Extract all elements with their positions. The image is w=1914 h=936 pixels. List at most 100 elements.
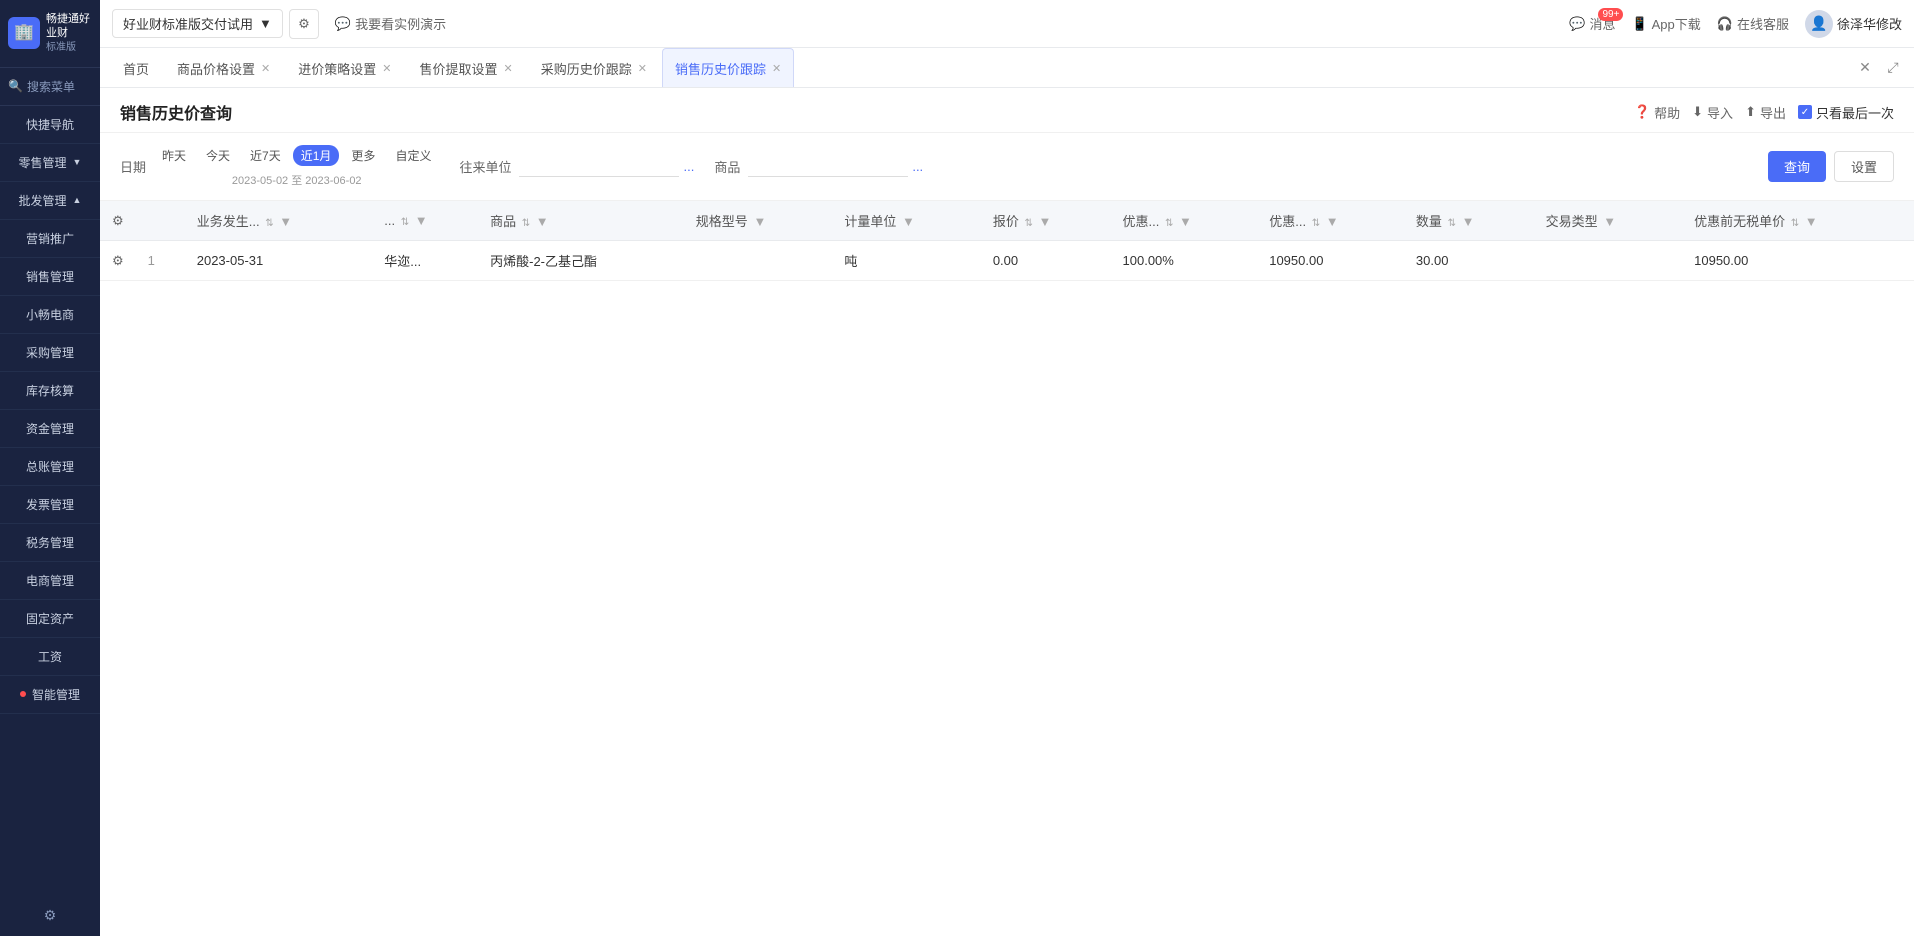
col-price[interactable]: 报价 ⇅ ▼ xyxy=(981,201,1111,241)
only-last-checkbox[interactable]: ✓ 只看最后一次 xyxy=(1798,103,1894,122)
message-button[interactable]: 💬 消息 99+ xyxy=(1569,14,1615,33)
sidebar-item-quick-nav[interactable]: 快捷导航 xyxy=(0,106,100,144)
col-extra[interactable]: ... ⇅ ▼ xyxy=(372,201,478,241)
sidebar-item-sales[interactable]: 销售管理 xyxy=(0,258,100,296)
sidebar-item-wholesale[interactable]: 批发管理 xyxy=(0,182,100,220)
col-transaction-label: 交易类型 xyxy=(1546,214,1598,229)
col-date[interactable]: 业务发生... ⇅ ▼ xyxy=(185,201,373,241)
date-btn-1month[interactable]: 近1月 xyxy=(293,145,340,166)
sidebar-settings-button[interactable]: ⚙ xyxy=(0,895,100,936)
export-button[interactable]: ⬆ 导出 xyxy=(1745,103,1786,122)
message-badge: 99+ xyxy=(1598,8,1623,21)
col-spec[interactable]: 规格型号 ▼ xyxy=(684,201,833,241)
app-download-button[interactable]: 📱 App下载 xyxy=(1631,14,1700,33)
row-spec xyxy=(684,241,833,281)
sidebar-item-invoice[interactable]: 发票管理 xyxy=(0,486,100,524)
sidebar-search[interactable]: 🔍 搜索菜单 xyxy=(0,68,100,106)
sidebar-item-salary[interactable]: 工资 xyxy=(0,638,100,676)
sidebar-item-finance[interactable]: 资金管理 xyxy=(0,410,100,448)
date-range-display: 2023-05-02 至 2023-06-02 xyxy=(232,172,362,188)
tab-sales-history[interactable]: 销售历史价跟踪 ✕ xyxy=(662,48,794,87)
col-menu-icon[interactable]: ▼ xyxy=(415,213,428,228)
tab-sale-price[interactable]: 售价提取设置 ✕ xyxy=(406,48,525,87)
date-btn-7days[interactable]: 近7天 xyxy=(242,145,289,166)
sidebar-item-inventory[interactable]: 库存核算 xyxy=(0,372,100,410)
date-btn-yesterday[interactable]: 昨天 xyxy=(154,145,194,166)
col-menu-icon[interactable]: ▼ xyxy=(1603,214,1616,229)
sidebar-item-assets[interactable]: 固定资产 xyxy=(0,600,100,638)
demo-button[interactable]: 💬 我要看实例演示 xyxy=(335,14,446,33)
supplier-filter-group: 往来单位 ... xyxy=(459,157,694,177)
col-menu-icon[interactable]: ▼ xyxy=(1805,214,1818,229)
user-menu[interactable]: 👤 徐泽华修改 xyxy=(1805,10,1902,38)
table-row[interactable]: ⚙ 1 2023-05-31 华迩... 丙烯酸-2-乙基己酯 吨 0.00 1… xyxy=(100,241,1914,281)
col-goods[interactable]: 商品 ⇅ ▼ xyxy=(478,201,684,241)
col-menu-icon[interactable]: ▼ xyxy=(1462,214,1475,229)
table-container: ⚙ 业务发生... ⇅ ▼ ... ⇅ ▼ 商品 xyxy=(100,201,1914,936)
sidebar-item-purchase[interactable]: 采购管理 xyxy=(0,334,100,372)
col-discount1[interactable]: 优惠... ⇅ ▼ xyxy=(1111,201,1258,241)
supplier-ellipsis-button[interactable]: ... xyxy=(683,159,694,174)
sidebar-item-smart[interactable]: 智能管理 xyxy=(0,676,100,714)
tab-purchase-history-close[interactable]: ✕ xyxy=(638,62,647,75)
tab-purchase-history[interactable]: 采购历史价跟踪 ✕ xyxy=(528,48,660,87)
tab-strategy[interactable]: 进价策略设置 ✕ xyxy=(285,48,404,87)
col-unit[interactable]: 计量单位 ▼ xyxy=(832,201,981,241)
tab-price-close[interactable]: ✕ xyxy=(261,62,270,75)
goods-ellipsis-button[interactable]: ... xyxy=(912,159,923,174)
topbar-gear-button[interactable]: ⚙ xyxy=(289,9,319,39)
col-menu-icon[interactable]: ▼ xyxy=(279,214,292,229)
tab-sales-history-close[interactable]: ✕ xyxy=(772,62,781,75)
filter-bar: 日期 昨天 今天 近7天 近1月 更多 自定义 2023-05-02 至 202… xyxy=(100,133,1914,201)
help-label: 帮助 xyxy=(1654,103,1680,122)
col-pretax[interactable]: 优惠前无税单价 ⇅ ▼ xyxy=(1682,201,1914,241)
sidebar-item-ecommerce-small[interactable]: 小畅电商 xyxy=(0,296,100,334)
tab-sale-price-close[interactable]: ✕ xyxy=(504,62,513,75)
tab-home[interactable]: 首页 xyxy=(110,48,162,87)
sidebar-item-label: 快捷导航 xyxy=(26,116,74,133)
app-download-label: App下载 xyxy=(1652,14,1701,33)
supplier-input[interactable] xyxy=(519,157,679,177)
sidebar-item-retail[interactable]: 零售管理 xyxy=(0,144,100,182)
col-discount2-label: 优惠... xyxy=(1269,214,1306,229)
tab-sales-history-label: 销售历史价跟踪 xyxy=(675,59,766,78)
help-button[interactable]: ❓ 帮助 xyxy=(1634,103,1680,122)
row-settings[interactable]: ⚙ xyxy=(100,241,136,281)
col-menu-icon[interactable]: ▼ xyxy=(536,214,549,229)
col-menu-icon[interactable]: ▼ xyxy=(902,214,915,229)
col-menu-icon[interactable]: ▼ xyxy=(1179,214,1192,229)
sort-icon: ⇅ xyxy=(1448,218,1456,229)
sidebar-item-label: 采购管理 xyxy=(26,344,74,361)
date-btn-custom[interactable]: 自定义 xyxy=(387,145,439,166)
filter-settings-button[interactable]: 设置 xyxy=(1834,151,1894,182)
col-menu-icon[interactable]: ▼ xyxy=(1038,214,1051,229)
goods-filter-label: 商品 xyxy=(714,157,740,176)
sidebar-item-tax[interactable]: 税务管理 xyxy=(0,524,100,562)
col-transaction[interactable]: 交易类型 ▼ xyxy=(1534,201,1683,241)
goods-input[interactable] xyxy=(748,157,908,177)
sidebar-item-marketing[interactable]: 营销推广 xyxy=(0,220,100,258)
page-header-actions: ❓ 帮助 ⬇ 导入 ⬆ 导出 ✓ 只看最后一次 xyxy=(1634,103,1894,122)
col-menu-icon[interactable]: ▼ xyxy=(753,214,766,229)
close-window-button[interactable]: ✕ xyxy=(1854,57,1876,79)
query-button[interactable]: 查询 xyxy=(1768,151,1826,182)
import-label: 导入 xyxy=(1707,103,1733,122)
maximize-window-button[interactable]: ⤢ xyxy=(1882,57,1904,79)
import-button[interactable]: ⬇ 导入 xyxy=(1692,103,1733,122)
tab-strategy-close[interactable]: ✕ xyxy=(382,62,391,75)
sidebar-item-ecommerce[interactable]: 电商管理 xyxy=(0,562,100,600)
version-selector[interactable]: 好业财标准版交付试用 ▼ xyxy=(112,9,283,38)
export-label: 导出 xyxy=(1760,103,1786,122)
date-btn-more[interactable]: 更多 xyxy=(343,145,383,166)
col-menu-icon[interactable]: ▼ xyxy=(1326,214,1339,229)
tab-price[interactable]: 商品价格设置 ✕ xyxy=(164,48,283,87)
service-button[interactable]: 🎧 在线客服 xyxy=(1717,14,1789,33)
col-discount2[interactable]: 优惠... ⇅ ▼ xyxy=(1257,201,1404,241)
supplier-filter-label: 往来单位 xyxy=(459,157,511,176)
smart-dot xyxy=(20,691,26,697)
date-btn-today[interactable]: 今天 xyxy=(198,145,238,166)
col-settings[interactable]: ⚙ xyxy=(100,201,136,241)
sidebar-item-label: 零售管理 xyxy=(19,154,67,171)
col-quantity[interactable]: 数量 ⇅ ▼ xyxy=(1404,201,1534,241)
sidebar-item-accounting[interactable]: 总账管理 xyxy=(0,448,100,486)
